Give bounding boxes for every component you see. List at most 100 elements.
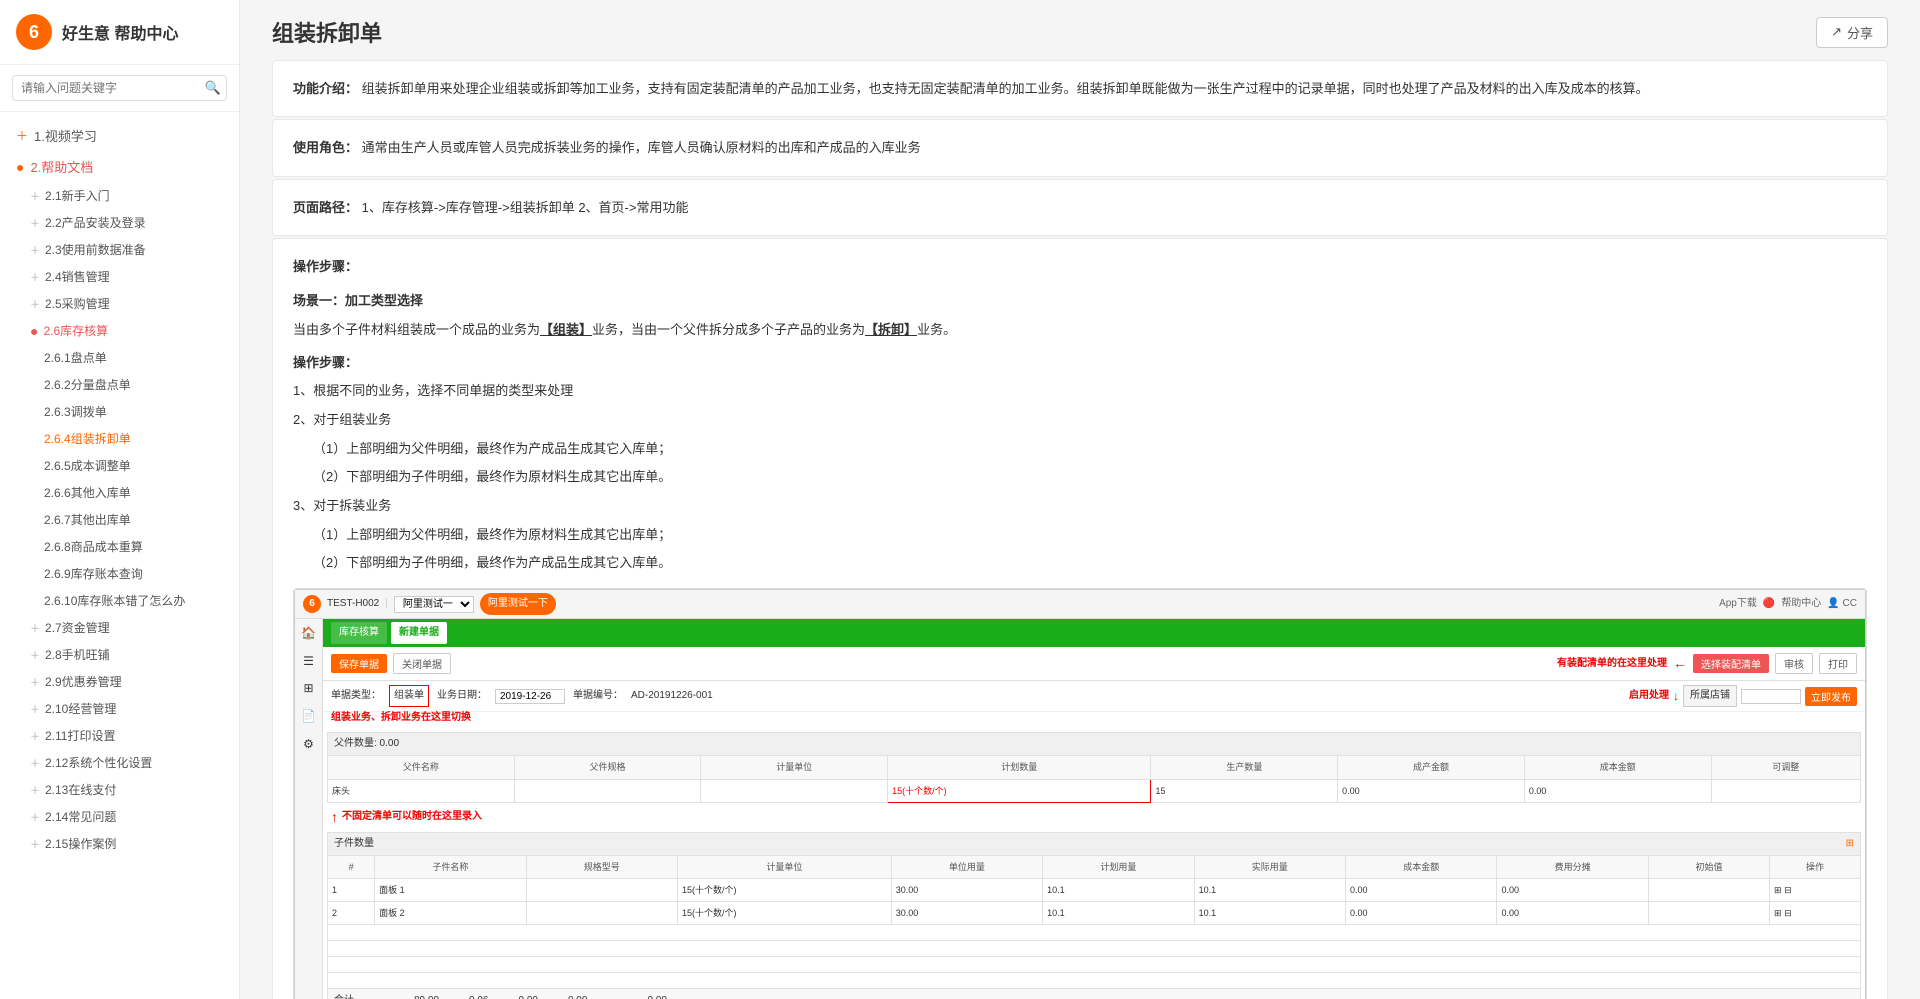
sidebar-icon-settings: ⚙ [303, 734, 314, 756]
sidebar-item-helpdoc[interactable]: ● 2.帮助文档 [0, 151, 239, 182]
screenshot-actionbar: 库存核算 新建单据 [323, 619, 1865, 647]
sidebar-item-inventory[interactable]: ● 2.6库存核算 [0, 317, 239, 344]
annotation-spacer [323, 712, 1865, 732]
search-input[interactable] [12, 75, 227, 101]
sidebar-item-print[interactable]: ＋ 2.11打印设置 [0, 722, 239, 749]
screenshot-lower-r1-init [1648, 879, 1769, 902]
screenshot-main: 库存核算 新建单据 保存单据 关闭单据 有装配清单的在这里处理 ← [323, 619, 1865, 999]
screenshot-bomlist-btn[interactable]: 选择装配清单 [1693, 654, 1769, 673]
sidebar-item-install[interactable]: ＋ 2.2产品安装及登录 [0, 209, 239, 236]
screenshot-container: 6 TEST-H002 | 阿里测试一下 阿里测试一下 App下载 🔴 帮助中心… [293, 588, 1867, 999]
screenshot-close-btn[interactable]: 关闭单据 [393, 653, 451, 674]
sidebar-item-beginner[interactable]: ＋ 2.1新手入门 [0, 182, 239, 209]
sub-plus-icon: ＋ [30, 215, 40, 230]
sidebar-item-mobile[interactable]: ＋ 2.8手机旺铺 [0, 641, 239, 668]
screenshot-company-select[interactable]: 阿里测试一下 [394, 596, 474, 613]
step1-text: 1、根据不同的业务，选择不同单据的类型来处理 [293, 379, 1867, 404]
screenshot-lower-r1-planuse: 10.1 [1043, 879, 1194, 902]
sidebar-item-partialtake[interactable]: 2.6.2分量盘点单 [44, 371, 239, 398]
sidebar-item-ledger[interactable]: 2.6.9库存账本查询 [44, 560, 239, 587]
screenshot-th-prodqty: 生产数量 [1151, 756, 1338, 779]
screenshot-th-planqty: 计划数量 [888, 756, 1151, 779]
sidebar-item-dataprep[interactable]: ＋ 2.3使用前数据准备 [0, 236, 239, 263]
nav-tree: ＋ 1.视频学习 ● 2.帮助文档 ＋ 2.1新手入门 ＋ 2.2产品安装及登录… [0, 112, 239, 999]
step3-2-text: （2）下部明细为子件明细，最终作为产成品生成其它入库单。 [293, 551, 1867, 576]
screenshot-lth-idx: # [328, 855, 375, 878]
nav-sub-helpdoc: ＋ 2.1新手入门 ＋ 2.2产品安装及登录 ＋ 2.3使用前数据准备 ＋ 2.… [0, 182, 239, 857]
sidebar-item-video[interactable]: ＋ 1.视频学习 [0, 120, 239, 151]
sidebar-item-ops[interactable]: ＋ 2.10经营管理 [0, 695, 239, 722]
sidebar-item-cases[interactable]: ＋ 2.15操作案例 [0, 830, 239, 857]
screenshot-lth-childname: 子件名称 [375, 855, 526, 878]
screenshot-dept-input[interactable] [1741, 689, 1801, 704]
share-button[interactable]: ↗ 分享 [1816, 17, 1888, 48]
search-button[interactable]: 🔍 [205, 80, 221, 96]
screenshot-upper-cell-costamt: 0.00 [1524, 779, 1711, 802]
screenshot-date-input[interactable] [495, 689, 565, 704]
screenshot-lower-expand-icon[interactable]: ⊞ [1846, 835, 1854, 853]
main-header: 组装拆卸单 ↗ 分享 [240, 0, 1920, 60]
screenshot-arrow4: ↑ [331, 805, 338, 830]
function-intro-label: 功能介绍： [293, 81, 358, 96]
path-block: 页面路径： 1、库存核算->库存管理->组装拆卸单 2、首页->常用功能 [272, 179, 1888, 236]
scenario1-title: 场景一：加工类型选择 [293, 289, 1867, 312]
sidebar-item-purchase[interactable]: ＋ 2.5采购管理 [0, 290, 239, 317]
screenshot-print-btn[interactable]: 打印 [1819, 653, 1857, 674]
screenshot-approve-btn[interactable]: 审核 [1775, 653, 1813, 674]
sidebar-item-costadjust[interactable]: 2.6.5成本调整单 [44, 452, 239, 479]
screenshot-lower-r2-idx: 2 [328, 902, 375, 925]
sidebar-item-sysconfig[interactable]: ＋ 2.12系统个性化设置 [0, 749, 239, 776]
screenshot-lower-section: 子件数量 ⊞ # 子件名称 规格型号 计 [323, 832, 1865, 999]
screenshot-upper-row1: 床头 15(十个数/个) 15 0.00 0.00 [328, 779, 1861, 802]
sidebar-item-otheroutbound[interactable]: 2.6.7其他出库单 [44, 506, 239, 533]
app-screenshot: 6 TEST-H002 | 阿里测试一下 阿里测试一下 App下载 🔴 帮助中心… [294, 589, 1866, 999]
screenshot-lower-r2-unituse: 30.00 [891, 902, 1042, 925]
screenshot-annotation1: 有装配清单的在这里处理 [1557, 655, 1667, 673]
main-content: 组装拆卸单 ↗ 分享 功能介绍： 组装拆卸单用来处理企业组装或拆卸等加工业务，支… [240, 0, 1920, 999]
sidebar-item-assembly[interactable]: 2.6.4组装拆卸单 [44, 425, 239, 452]
sidebar-item-ledgererror[interactable]: 2.6.10库存账本错了怎么办 [44, 587, 239, 614]
screenshot-upper-cell-name: 床头 [328, 779, 515, 802]
screenshot-tab-new[interactable]: 新建单据 [391, 622, 447, 644]
screenshot-lower-r1-unit: 15(十个数/个) [678, 879, 892, 902]
sidebar-item-payment[interactable]: ＋ 2.13在线支付 [0, 776, 239, 803]
screenshot-confirm-btn[interactable]: 立即发布 [1805, 687, 1857, 706]
screenshot-tab-inventory[interactable]: 库存核算 [331, 622, 387, 644]
steps-section-title: 操作步骤： [293, 255, 1867, 278]
function-intro-text: 组装拆卸单用来处理企业组装或拆卸等加工业务，支持有固定装配清单的产品加工业务，也… [362, 81, 1649, 96]
screenshot-lower-r2-planuse: 10.1 [1043, 902, 1194, 925]
expand-icon: ＋ [16, 127, 28, 144]
sidebar-item-coupon[interactable]: ＋ 2.9优惠券管理 [0, 668, 239, 695]
screenshot-save-btn[interactable]: 保存单据 [331, 654, 387, 673]
screenshot-lower-r2-costamt: 0.00 [1346, 902, 1497, 925]
screenshot-lth-ops: 操作 [1770, 855, 1861, 878]
screenshot-left-sidebar: 🏠 ☰ ⊞ 📄 ⚙ [295, 619, 323, 999]
path-text: 1、库存核算->库存管理->组装拆卸单 2、首页->常用功能 [362, 200, 689, 215]
page-title: 组装拆卸单 [272, 16, 382, 48]
avatar-icon: 👤 CC [1827, 595, 1857, 613]
collapse-icon: ● [16, 159, 24, 175]
screenshot-titlebar: 6 TEST-H002 | 阿里测试一下 阿里测试一下 App下载 🔴 帮助中心… [295, 590, 1865, 619]
sidebar: 6 好生意 帮助中心 🔍 ＋ 1.视频学习 ● 2.帮助文档 ＋ 2.1新手入门… [0, 0, 240, 999]
screenshot-footer-v2: 89.00 [414, 992, 439, 999]
screenshot-logo: 6 [303, 595, 321, 613]
sidebar-item-costreset[interactable]: 2.6.8商品成本重算 [44, 533, 239, 560]
sidebar-item-sales[interactable]: ＋ 2.4销售管理 [0, 263, 239, 290]
sidebar-item-transfer[interactable]: 2.6.3调拨单 [44, 398, 239, 425]
share-label: 分享 [1847, 23, 1873, 42]
screenshot-lower-row2: 2 面板 2 15(十个数/个) 30.00 10.1 10.1 0.00 [328, 902, 1861, 925]
screenshot-footer-v7: 0.00 [647, 992, 666, 999]
screenshot-upper-cell-spec [514, 779, 701, 802]
sidebar-item-otherinbound[interactable]: 2.6.6其他入库单 [44, 479, 239, 506]
screenshot-upper-section: 父件数量: 0.00 父件名称 父件规格 计量单位 计划数量 [323, 732, 1865, 802]
sidebar-item-stocktake[interactable]: 2.6.1盘点单 [44, 344, 239, 371]
sidebar-icon-grid: ⊞ [303, 678, 313, 700]
screenshot-lower-row1: 1 面板 1 15(十个数/个) 30.00 10.1 10.1 0.00 [328, 879, 1861, 902]
sidebar-icon-doc: 📄 [301, 706, 316, 728]
sidebar-item-faq[interactable]: ＋ 2.14常见问题 [0, 803, 239, 830]
screenshot-annotation3: 启用处理 [1629, 687, 1669, 705]
screenshot-lower-r1-name: 面板 1 [375, 879, 526, 902]
screenshot-lth-actualuse: 实际用量 [1194, 855, 1345, 878]
screenshot-upper-cell-adj [1711, 779, 1860, 802]
sidebar-item-finance[interactable]: ＋ 2.7资金管理 [0, 614, 239, 641]
